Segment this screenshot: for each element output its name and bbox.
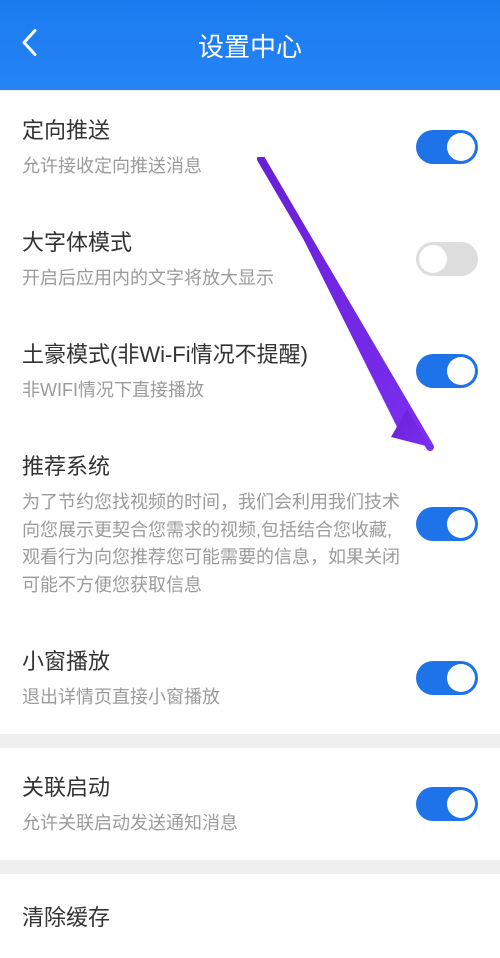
toggle-recommend[interactable] <box>416 507 478 541</box>
page-title: 设置中心 <box>198 27 302 64</box>
setting-tycoon-mode: 土豪模式(非Wi-Fi情况不提醒) 非WIFI情况下直接播放 <box>0 315 500 427</box>
setting-desc: 允许关联启动发送通知消息 <box>22 810 400 838</box>
setting-text: 推荐系统 为了节约您找视频的时间，我们会利用我们技术向您展示更契合您需求的视频,… <box>22 449 416 601</box>
setting-title: 土豪模式(非Wi-Fi情况不提醒) <box>22 337 400 369</box>
setting-text: 土豪模式(非Wi-Fi情况不提醒) 非WIFI情况下直接播放 <box>22 337 416 405</box>
chevron-left-icon <box>20 28 38 58</box>
setting-desc: 非WIFI情况下直接播放 <box>22 377 400 405</box>
setting-push: 定向推送 允许接收定向推送消息 <box>0 91 500 203</box>
setting-title: 推荐系统 <box>22 449 400 481</box>
setting-text: 小窗播放 退出详情页直接小窗播放 <box>22 644 416 712</box>
back-button[interactable] <box>20 28 38 63</box>
setting-title: 关联启动 <box>22 770 400 802</box>
setting-recommend: 推荐系统 为了节约您找视频的时间，我们会利用我们技术向您展示更契合您需求的视频,… <box>0 427 500 623</box>
setting-title: 定向推送 <box>22 113 400 145</box>
divider <box>0 860 500 874</box>
setting-desc: 允许接收定向推送消息 <box>22 153 400 181</box>
setting-text: 关联启动 允许关联启动发送通知消息 <box>22 770 416 838</box>
settings-list: 定向推送 允许接收定向推送消息 大字体模式 开启后应用内的文字将放大显示 土豪模… <box>0 91 500 958</box>
setting-title: 小窗播放 <box>22 644 400 676</box>
setting-assoc-launch: 关联启动 允许关联启动发送通知消息 <box>0 748 500 860</box>
setting-desc: 为了节约您找视频的时间，我们会利用我们技术向您展示更契合您需求的视频,包括结合您… <box>22 489 400 601</box>
header: 设置中心 <box>0 0 500 90</box>
toggle-tycoon-mode[interactable] <box>416 354 478 388</box>
toggle-assoc-launch[interactable] <box>416 787 478 821</box>
setting-title: 大字体模式 <box>22 225 400 257</box>
setting-text: 定向推送 允许接收定向推送消息 <box>22 113 416 181</box>
setting-pip: 小窗播放 退出详情页直接小窗播放 <box>0 622 500 734</box>
divider <box>0 734 500 748</box>
toggle-pip[interactable] <box>416 661 478 695</box>
setting-desc: 退出详情页直接小窗播放 <box>22 684 400 712</box>
clear-cache[interactable]: 清除缓存 <box>0 874 500 958</box>
setting-text: 大字体模式 开启后应用内的文字将放大显示 <box>22 225 416 293</box>
toggle-push[interactable] <box>416 130 478 164</box>
setting-large-font: 大字体模式 开启后应用内的文字将放大显示 <box>0 203 500 315</box>
setting-desc: 开启后应用内的文字将放大显示 <box>22 265 400 293</box>
toggle-large-font[interactable] <box>416 242 478 276</box>
